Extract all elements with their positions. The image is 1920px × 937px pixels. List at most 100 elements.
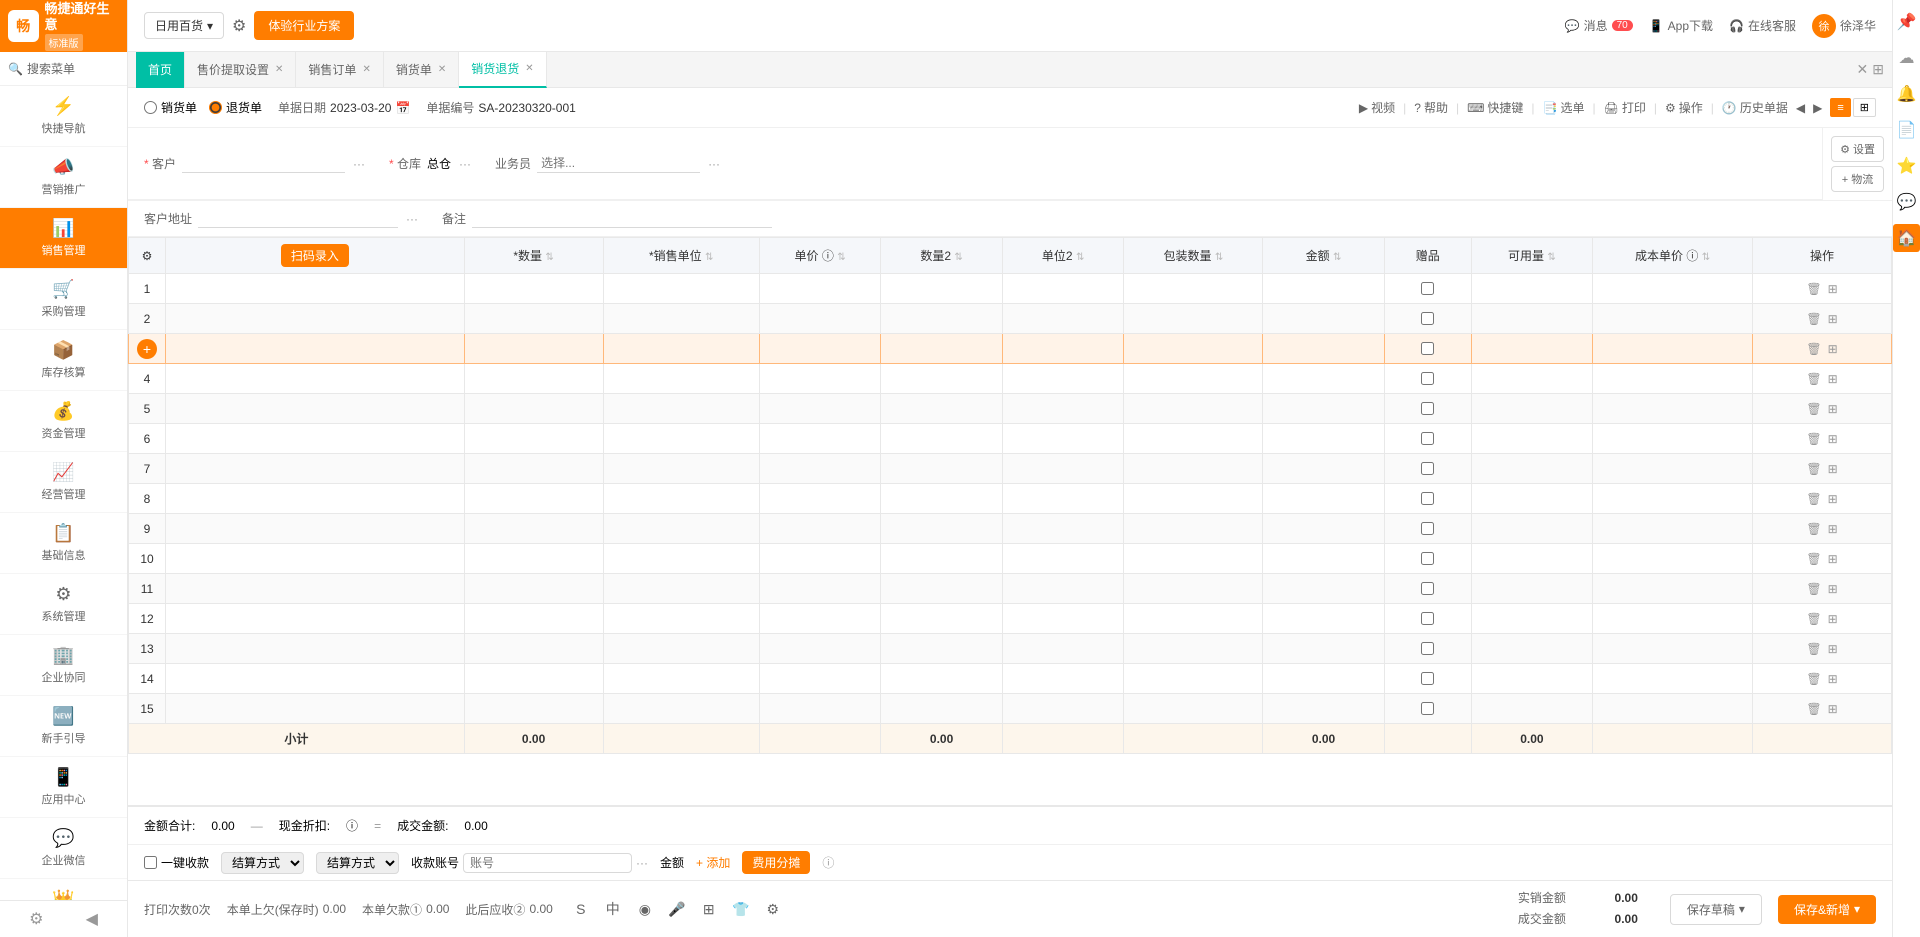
delete-icon[interactable]: 🗑 [1806,402,1821,416]
row-unit2[interactable] [1002,694,1124,724]
row-price[interactable] [759,574,881,604]
delete-icon[interactable]: 🗑 [1806,522,1821,536]
copy-icon[interactable]: ⊞ [1828,432,1838,446]
row-qty2[interactable] [881,544,1003,574]
row-cost-price[interactable] [1593,634,1753,664]
row-gift[interactable] [1384,574,1471,604]
row-pkg-qty[interactable] [1124,364,1263,394]
salesperson-dots[interactable]: ··· [708,157,720,171]
delete-icon[interactable]: 🗑 [1806,642,1821,656]
tab-sales-order[interactable]: 销售订单 ✕ [296,52,383,88]
row-amount[interactable] [1263,634,1385,664]
customer-dots[interactable]: ··· [353,157,365,171]
row-gift[interactable] [1384,364,1471,394]
sidebar-item-enterprise[interactable]: 🏢 企业协同 [0,635,127,696]
sort-icon[interactable]: ⇅ [705,252,713,263]
row-gift[interactable] [1384,484,1471,514]
history-action[interactable]: 🕐 历史单据 [1722,99,1788,116]
row-available[interactable] [1471,484,1593,514]
shortcut-action[interactable]: ⌨ 快捷键 [1467,99,1523,116]
row-qty[interactable] [464,544,603,574]
row-pkg-qty[interactable] [1124,454,1263,484]
scan-btn[interactable]: 扫码录入 [281,244,349,267]
gift-checkbox[interactable] [1421,402,1434,415]
tool-s-icon[interactable]: S [569,897,593,921]
gift-checkbox[interactable] [1421,552,1434,565]
row-sales-unit[interactable] [603,274,759,304]
right-panel-bell-icon[interactable]: 🔔 [1893,80,1920,108]
row-pkg-qty[interactable] [1124,334,1263,364]
row-gift[interactable] [1384,544,1471,574]
account-dots[interactable]: ··· [636,856,648,870]
row-gift[interactable] [1384,274,1471,304]
row-goods[interactable] [166,604,465,634]
row-cost-price[interactable] [1593,304,1753,334]
app-download-btn[interactable]: 📱 App下载 [1649,17,1713,34]
row-qty[interactable] [464,574,603,604]
row-unit2[interactable] [1002,514,1124,544]
row-available[interactable] [1471,514,1593,544]
sidebar-item-appstore[interactable]: 📱 应用中心 [0,757,127,818]
sidebar-item-quick-nav[interactable]: ⚡ 快捷导航 [0,86,127,147]
row-pkg-qty[interactable] [1124,634,1263,664]
sidebar-item-purchase[interactable]: 🛒 采购管理 [0,269,127,330]
settlement-method-select[interactable]: 结算方式 [221,852,304,874]
row-cost-price[interactable] [1593,544,1753,574]
row-sales-unit[interactable] [603,664,759,694]
sidebar-settings-btn[interactable]: ⚙ [29,909,43,929]
sort-icon[interactable]: ⇅ [1547,252,1555,263]
row-goods[interactable] [166,454,465,484]
row-unit2[interactable] [1002,634,1124,664]
copy-icon[interactable]: ⊞ [1828,642,1838,656]
row-goods[interactable] [166,694,465,724]
row-pkg-qty[interactable] [1124,664,1263,694]
delete-icon[interactable]: 🗑 [1806,492,1821,506]
row-pkg-qty[interactable] [1124,424,1263,454]
row-gift[interactable] [1384,304,1471,334]
grid-view-btn[interactable]: ⊞ [1853,98,1876,117]
gift-checkbox[interactable] [1421,492,1434,505]
row-goods[interactable] [166,484,465,514]
gift-checkbox[interactable] [1421,282,1434,295]
sidebar-item-base-info[interactable]: 📋 基础信息 [0,513,127,574]
copy-icon[interactable]: ⊞ [1828,702,1838,716]
row-sales-unit[interactable] [603,694,759,724]
tab-close-icon[interactable]: ✕ [438,64,446,75]
copy-icon[interactable]: ⊞ [1828,672,1838,686]
row-goods[interactable] [166,394,465,424]
row-qty[interactable] [464,664,603,694]
row-qty2[interactable] [881,604,1003,634]
row-price[interactable] [759,694,881,724]
row-price[interactable] [759,544,881,574]
draft-dropdown-icon[interactable]: ▾ [1739,902,1745,916]
save-new-dropdown-icon[interactable]: ▾ [1854,902,1860,916]
gift-checkbox[interactable] [1421,522,1434,535]
copy-icon[interactable]: ⊞ [1828,582,1838,596]
sidebar-item-guide[interactable]: 🆕 新手引导 [0,696,127,757]
row-goods[interactable] [166,634,465,664]
row-qty[interactable] [464,364,603,394]
delete-icon[interactable]: 🗑 [1806,372,1821,386]
row-unit2[interactable] [1002,574,1124,604]
row-pkg-qty[interactable] [1124,304,1263,334]
row-unit2[interactable] [1002,394,1124,424]
online-service-btn[interactable]: 🎧 在线客服 [1729,17,1796,34]
row-qty2[interactable] [881,424,1003,454]
copy-icon[interactable]: ⊞ [1828,342,1838,356]
row-cost-price[interactable] [1593,394,1753,424]
delete-icon[interactable]: 🗑 [1806,672,1821,686]
row-qty[interactable] [464,514,603,544]
row-unit2[interactable] [1002,604,1124,634]
tool-icon6[interactable]: 👕 [729,897,753,921]
tool-icon2[interactable]: 中 [601,897,625,921]
sort-icon[interactable]: ⇅ [1333,252,1341,263]
gift-checkbox[interactable] [1421,462,1434,475]
logistics-btn[interactable]: + 物流 [1831,166,1884,192]
remark-input[interactable] [472,209,772,228]
row-gift[interactable] [1384,514,1471,544]
row-qty[interactable] [464,694,603,724]
row-qty2[interactable] [881,394,1003,424]
sort-icon[interactable]: ⇅ [545,252,553,263]
row-qty[interactable] [464,334,603,364]
row-goods[interactable] [166,274,465,304]
